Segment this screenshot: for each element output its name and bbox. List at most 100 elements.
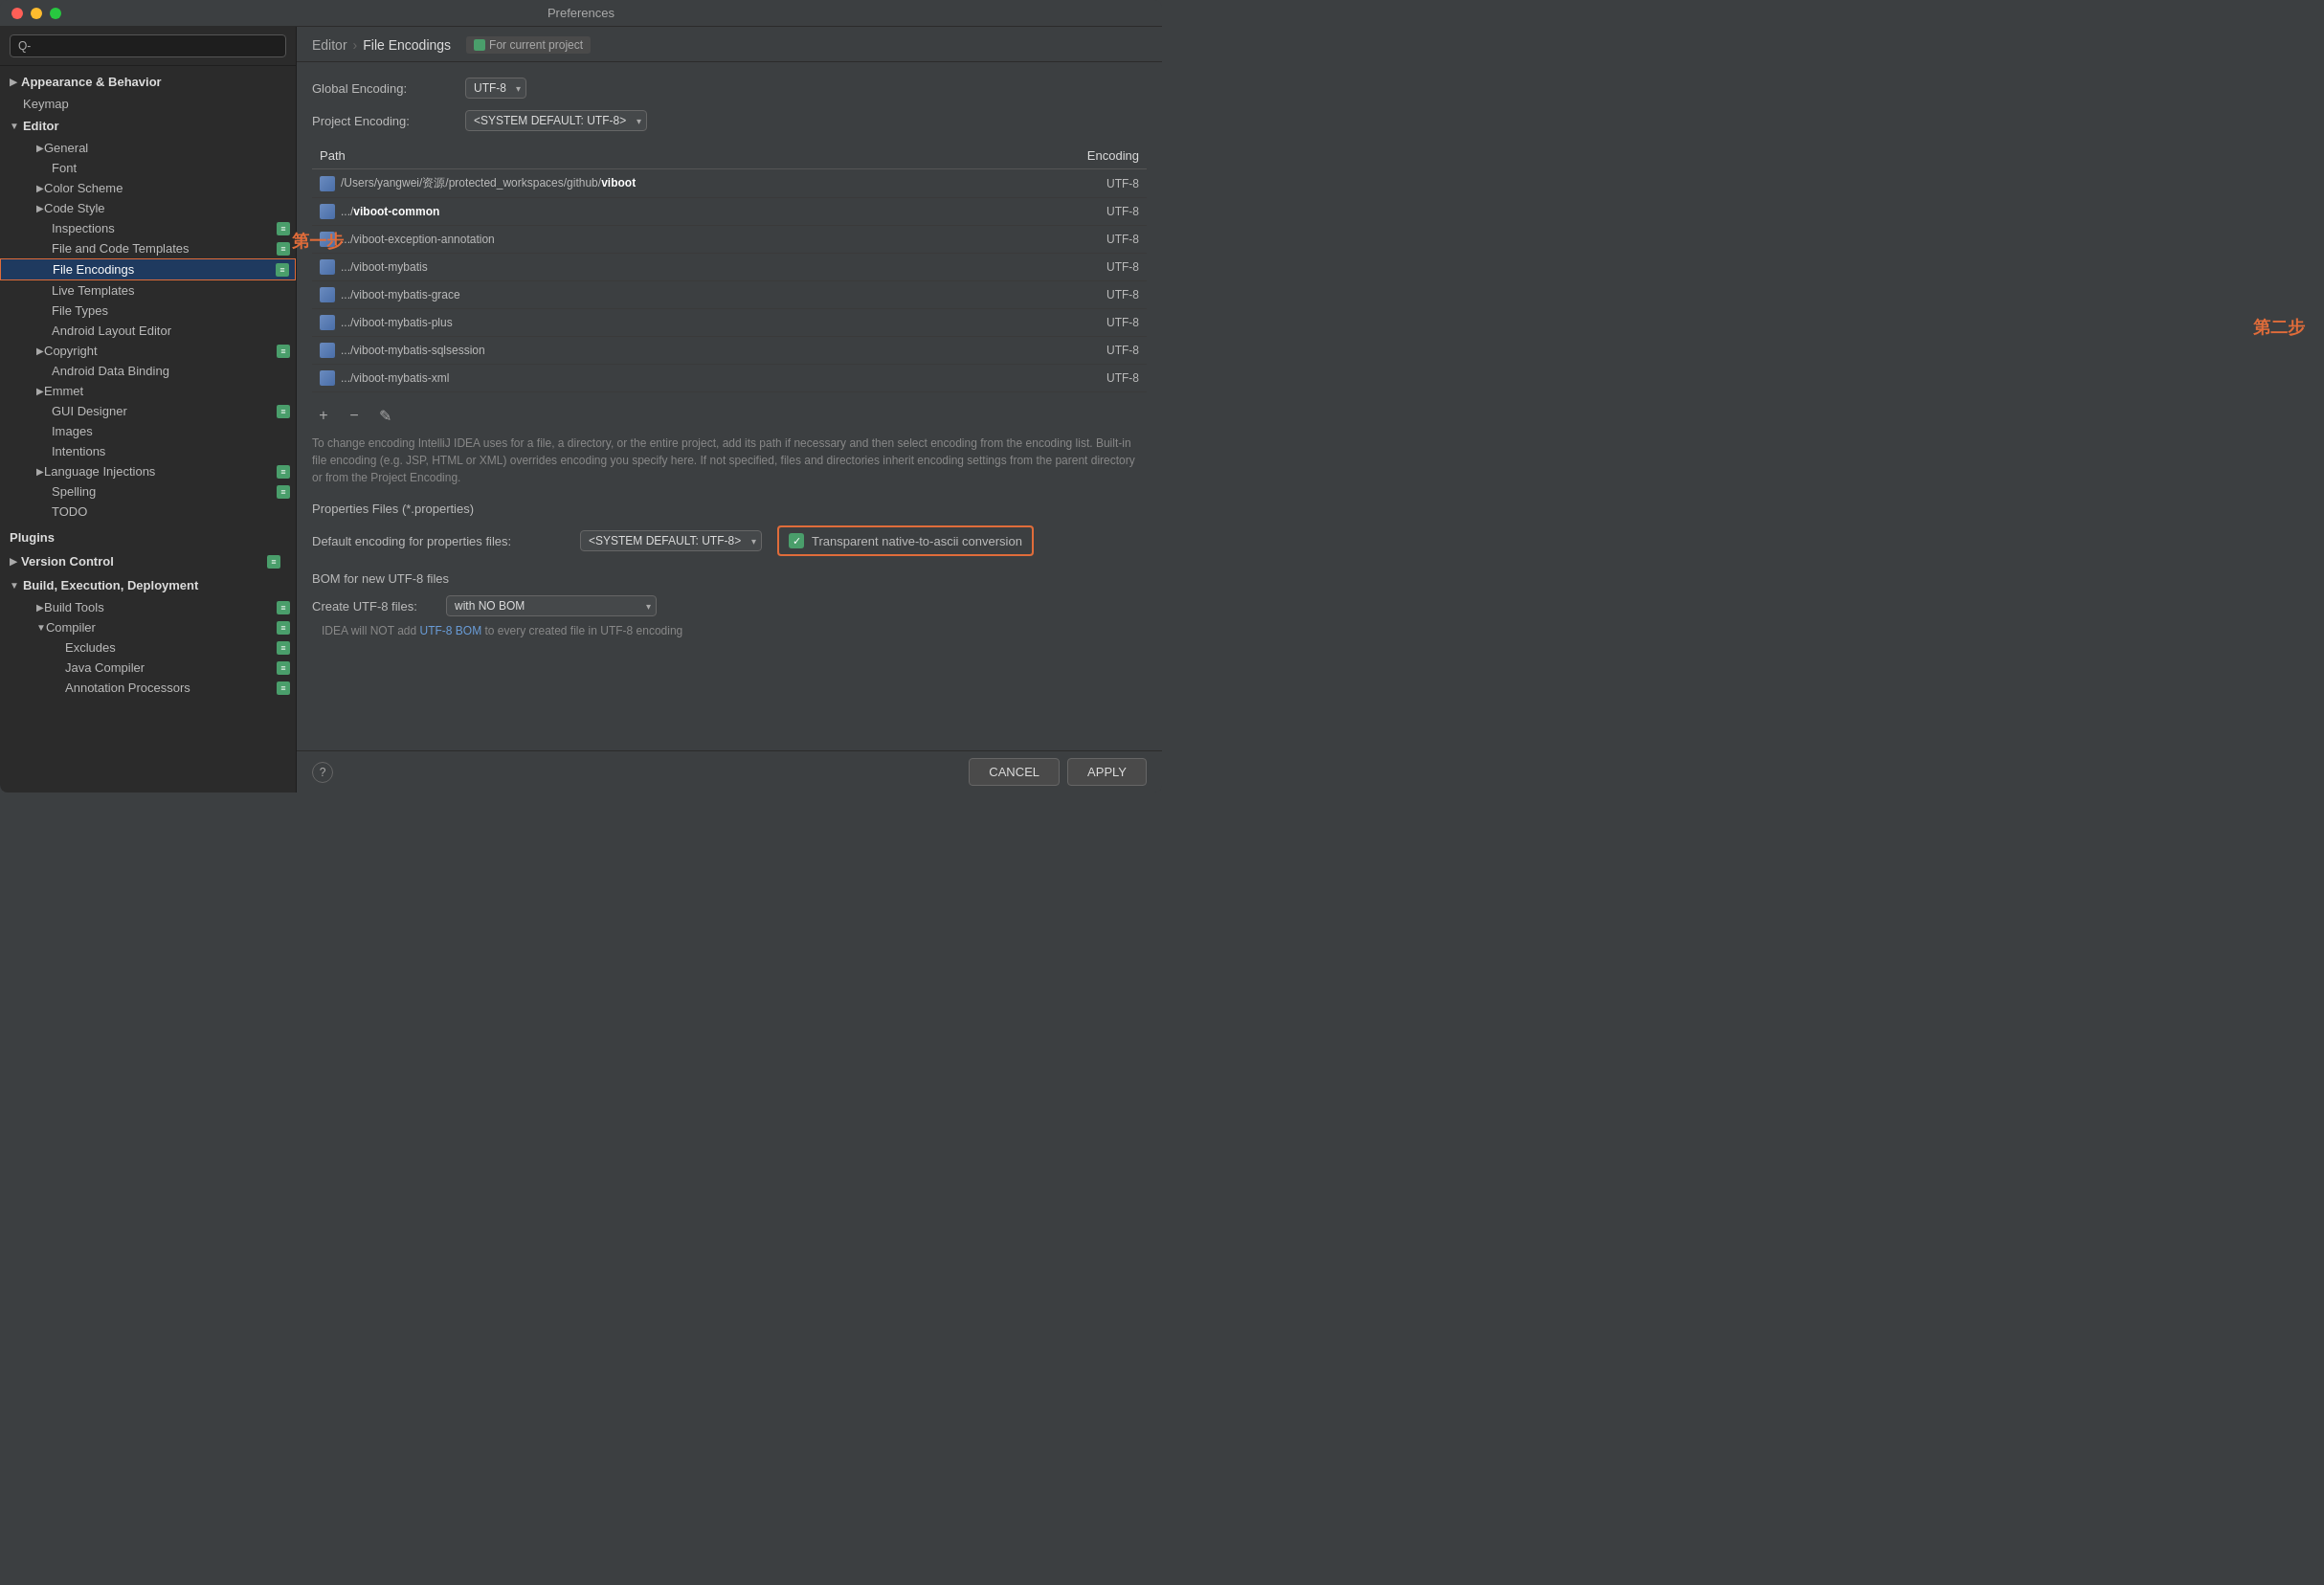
sync-badge: ≡ — [277, 222, 290, 235]
sidebar-item-label: Font — [52, 161, 77, 175]
close-button[interactable] — [11, 8, 23, 19]
folder-icon — [320, 259, 335, 275]
table-row[interactable]: .../viboot-mybatisUTF-8 — [312, 254, 1147, 281]
bom-info-prefix: IDEA will NOT add — [322, 624, 419, 637]
file-path: /Users/yangwei/资源/protected_workspaces/g… — [341, 175, 636, 191]
create-utf8-select[interactable]: with NO BOM — [446, 595, 657, 616]
sidebar-item-keymap[interactable]: Keymap — [0, 94, 296, 114]
maximize-button[interactable] — [50, 8, 61, 19]
sidebar-item-copyright[interactable]: ▶ Copyright ≡ — [0, 341, 296, 361]
sync-badge: ≡ — [277, 485, 290, 499]
titlebar: Preferences — [0, 0, 1162, 27]
sidebar-item-android-data-binding[interactable]: Android Data Binding — [0, 361, 296, 381]
minimize-button[interactable] — [31, 8, 42, 19]
global-encoding-select-wrapper: UTF-8 — [465, 78, 526, 99]
sidebar-item-general[interactable]: ▶ General — [0, 138, 296, 158]
sidebar-item-code-style[interactable]: ▶ Code Style — [0, 198, 296, 218]
chevron-down-icon: ▼ — [36, 622, 46, 633]
sidebar-item-images[interactable]: Images — [0, 421, 296, 441]
chevron-icon: ▶ — [10, 556, 17, 567]
file-encoding: UTF-8 — [1006, 337, 1147, 365]
file-encoding: UTF-8 — [1006, 309, 1147, 337]
sidebar-item-build-tools[interactable]: ▶ Build Tools ≡ — [0, 597, 296, 617]
sidebar-item-editor[interactable]: ▼ Editor — [0, 114, 296, 138]
main-content: ▶ Appearance & Behavior Keymap ▼ Editor … — [0, 27, 1162, 792]
help-button[interactable]: ? — [312, 762, 333, 783]
global-encoding-select[interactable]: UTF-8 — [465, 78, 526, 99]
sidebar-item-live-templates[interactable]: Live Templates — [0, 280, 296, 301]
edit-path-button[interactable]: ✎ — [373, 404, 396, 427]
sidebar-item-compiler[interactable]: ▼ Compiler ≡ — [0, 617, 296, 637]
sync-badge: ≡ — [277, 345, 290, 358]
chevron-icon: ▶ — [36, 466, 44, 477]
right-panel: Editor › File Encodings For current proj… — [297, 27, 1162, 792]
sidebar-item-todo[interactable]: TODO — [0, 502, 296, 522]
apply-button[interactable]: APPLY — [1067, 758, 1147, 786]
table-row[interactable]: .../viboot-mybatis-sqlsessionUTF-8 — [312, 337, 1147, 365]
breadcrumb-parent: Editor — [312, 37, 347, 53]
sidebar-item-intentions[interactable]: Intentions — [0, 441, 296, 461]
global-encoding-label: Global Encoding: — [312, 81, 465, 96]
sidebar-item-label: Appearance & Behavior — [21, 75, 162, 89]
search-input[interactable] — [10, 34, 286, 57]
sidebar-item-file-code-templates[interactable]: File and Code Templates ≡ — [0, 238, 296, 258]
sidebar-item-annotation-processors[interactable]: Annotation Processors ≡ — [0, 678, 296, 698]
file-table-toolbar: + − ✎ — [312, 404, 1147, 427]
folder-icon — [320, 204, 335, 219]
folder-icon — [320, 176, 335, 191]
sidebar-item-label: Color Scheme — [44, 181, 123, 195]
project-encoding-select[interactable]: <SYSTEM DEFAULT: UTF-8> — [465, 110, 647, 131]
sync-badge: ≡ — [277, 242, 290, 256]
properties-encoding-label: Default encoding for properties files: — [312, 534, 580, 548]
sidebar-item-file-types[interactable]: File Types — [0, 301, 296, 321]
table-row[interactable]: .../viboot-commonUTF-8 — [312, 198, 1147, 226]
transparent-conversion-checkbox[interactable]: ✓ — [789, 533, 804, 548]
sidebar-item-language-injections[interactable]: ▶ Language Injections ≡ — [0, 461, 296, 481]
sidebar-item-font[interactable]: Font — [0, 158, 296, 178]
properties-section-title: Properties Files (*.properties) — [312, 502, 1147, 516]
sidebar-item-excludes[interactable]: Excludes ≡ — [0, 637, 296, 658]
breadcrumb-separator: › — [353, 37, 358, 53]
file-encoding: UTF-8 — [1006, 198, 1147, 226]
sidebar-item-plugins[interactable]: Plugins — [0, 525, 296, 549]
encoding-info-text: To change encoding IntelliJ IDEA uses fo… — [312, 435, 1147, 486]
sidebar-item-label: File and Code Templates — [52, 241, 277, 256]
bom-section: BOM for new UTF-8 files Create UTF-8 fil… — [312, 571, 1147, 637]
folder-icon — [320, 370, 335, 386]
sidebar-item-label: File Types — [52, 303, 108, 318]
sidebar-item-version-control[interactable]: ▶ Version Control ≡ — [0, 549, 296, 573]
bom-info-suffix: to every created file in UTF-8 encoding — [481, 624, 682, 637]
sidebar-item-appearance[interactable]: ▶ Appearance & Behavior — [0, 70, 296, 94]
transparent-conversion-label: Transparent native-to-ascii conversion — [812, 534, 1022, 548]
remove-path-button[interactable]: − — [343, 404, 366, 427]
sidebar-item-android-layout[interactable]: Android Layout Editor — [0, 321, 296, 341]
cancel-button[interactable]: CANCEL — [969, 758, 1060, 786]
table-row[interactable]: .../viboot-exception-annotationUTF-8 — [312, 226, 1147, 254]
sidebar-item-build-execution[interactable]: ▼ Build, Execution, Deployment — [0, 573, 296, 597]
properties-encoding-select[interactable]: <SYSTEM DEFAULT: UTF-8> — [580, 530, 762, 551]
table-row[interactable]: .../viboot-mybatis-graceUTF-8 — [312, 281, 1147, 309]
file-encoding: UTF-8 — [1006, 226, 1147, 254]
traffic-lights — [11, 8, 61, 19]
sidebar-item-inspections[interactable]: Inspections ≡ — [0, 218, 296, 238]
sidebar-item-color-scheme[interactable]: ▶ Color Scheme — [0, 178, 296, 198]
sidebar-item-label: Intentions — [52, 444, 105, 458]
sidebar-item-emmet[interactable]: ▶ Emmet — [0, 381, 296, 401]
sidebar-item-label: Plugins — [10, 530, 55, 545]
table-row[interactable]: .../viboot-mybatis-xmlUTF-8 — [312, 365, 1147, 392]
table-row[interactable]: /Users/yangwei/资源/protected_workspaces/g… — [312, 169, 1147, 198]
sidebar-item-gui-designer[interactable]: GUI Designer ≡ — [0, 401, 296, 421]
file-encoding: UTF-8 — [1006, 254, 1147, 281]
sidebar: ▶ Appearance & Behavior Keymap ▼ Editor … — [0, 27, 297, 792]
chevron-down-icon: ▼ — [10, 580, 19, 591]
sidebar-item-java-compiler[interactable]: Java Compiler ≡ — [0, 658, 296, 678]
chevron-icon: ▶ — [36, 602, 44, 613]
create-utf8-row: Create UTF-8 files: with NO BOM — [312, 595, 1147, 616]
sidebar-item-label: Android Data Binding — [52, 364, 169, 378]
sidebar-item-file-encodings[interactable]: File Encodings ≡ — [0, 258, 296, 280]
sidebar-item-label: Compiler — [46, 620, 277, 635]
table-row[interactable]: .../viboot-mybatis-plusUTF-8 — [312, 309, 1147, 337]
sidebar-item-spelling[interactable]: Spelling ≡ — [0, 481, 296, 502]
add-path-button[interactable]: + — [312, 404, 335, 427]
chevron-icon: ▶ — [36, 143, 44, 153]
